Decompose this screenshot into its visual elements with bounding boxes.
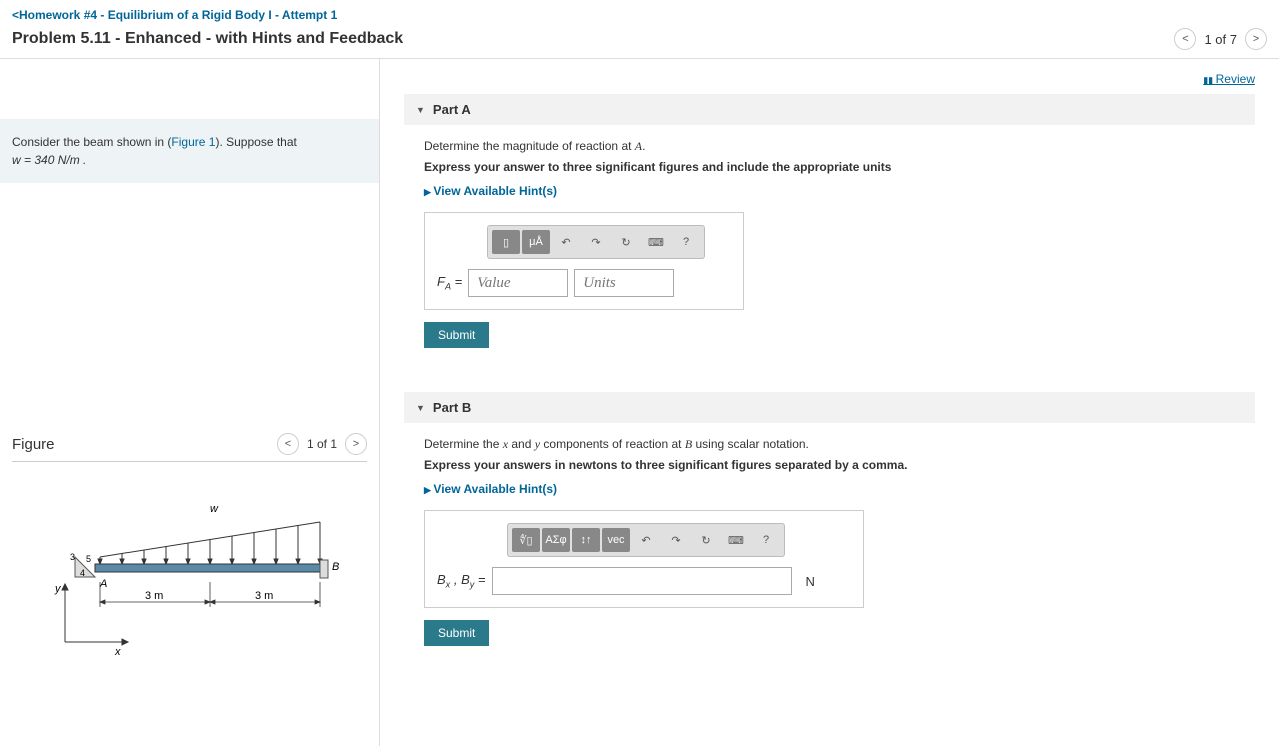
part-b-toolbar: ∜▯ ΑΣφ ↕↑ vec ↶ ↷ ↻ ⌨ ? — [507, 523, 785, 557]
problem-title: Problem 5.11 - Enhanced - with Hints and… — [12, 30, 403, 48]
reset-icon[interactable]: ↻ — [612, 230, 640, 254]
prompt-text: Consider the beam shown in ( — [12, 135, 171, 149]
keyboard-icon[interactable]: ⌨ — [722, 528, 750, 552]
undo-icon[interactable]: ↶ — [632, 528, 660, 552]
svg-text:w: w — [210, 503, 219, 515]
paging-text: 1 of 7 — [1204, 32, 1237, 47]
prev-figure-button[interactable]: < — [277, 433, 299, 455]
reset-icon[interactable]: ↻ — [692, 528, 720, 552]
breadcrumb-link[interactable]: <Homework #4 - Equilibrium of a Rigid Bo… — [12, 8, 1267, 22]
part-a-toolbar: ▯ μÅ ↶ ↷ ↻ ⌨ ? — [487, 225, 705, 259]
part-b-value-input[interactable] — [492, 567, 792, 595]
svg-text:3 m: 3 m — [255, 590, 273, 602]
figure-title: Figure — [12, 436, 55, 453]
svg-text:5: 5 — [86, 554, 91, 564]
part-b-header[interactable]: Part B — [404, 392, 1255, 423]
svg-text:4: 4 — [80, 568, 85, 578]
svg-text:3 m: 3 m — [145, 590, 163, 602]
part-b-question: Determine the x and y components of reac… — [424, 437, 1235, 452]
part-a-units-input[interactable] — [574, 269, 674, 297]
next-problem-button[interactable]: > — [1245, 28, 1267, 50]
part-a-hints-link[interactable]: View Available Hint(s) — [424, 184, 1235, 198]
figure-section: Figure < 1 of 1 > — [0, 433, 379, 662]
scripts-icon[interactable]: ↕↑ — [572, 528, 600, 552]
keyboard-icon[interactable]: ⌨ — [642, 230, 670, 254]
redo-icon[interactable]: ↷ — [662, 528, 690, 552]
part-b-unit-suffix: N — [806, 574, 815, 589]
help-icon[interactable]: ? — [752, 528, 780, 552]
part-b: Part B Determine the x and y components … — [404, 392, 1255, 660]
help-icon[interactable]: ? — [672, 230, 700, 254]
beam-diagram: w 3 5 4 A B — [40, 482, 340, 662]
left-panel: Consider the beam shown in (Figure 1). S… — [0, 59, 380, 746]
right-panel: Review Part A Determine the magnitude of… — [380, 59, 1279, 746]
prompt-equation: w = 340 N/m . — [12, 153, 86, 167]
vec-icon[interactable]: vec — [602, 528, 630, 552]
review-link[interactable]: Review — [1203, 72, 1255, 86]
svg-text:3: 3 — [70, 552, 75, 562]
problem-prompt: Consider the beam shown in (Figure 1). S… — [0, 119, 379, 183]
template-icon[interactable]: ▯ — [492, 230, 520, 254]
units-icon[interactable]: μÅ — [522, 230, 550, 254]
figure-paging-text: 1 of 1 — [307, 437, 337, 451]
part-b-instruction: Express your answers in newtons to three… — [424, 458, 1235, 472]
part-b-submit-button[interactable]: Submit — [424, 620, 489, 646]
prev-problem-button[interactable]: < — [1174, 28, 1196, 50]
part-a-var-label: FA = — [437, 274, 462, 292]
redo-icon[interactable]: ↷ — [582, 230, 610, 254]
greek-icon[interactable]: ΑΣφ — [542, 528, 570, 552]
part-b-var-label: Bx , By = — [437, 572, 486, 590]
figure-link[interactable]: Figure 1 — [171, 135, 215, 149]
undo-icon[interactable]: ↶ — [552, 230, 580, 254]
part-a: Part A Determine the magnitude of reacti… — [404, 94, 1255, 362]
prompt-text: ). Suppose that — [215, 135, 296, 149]
part-a-value-input[interactable] — [468, 269, 568, 297]
part-a-header[interactable]: Part A — [404, 94, 1255, 125]
part-a-question: Determine the magnitude of reaction at A… — [424, 139, 1235, 154]
part-b-answer-box: ∜▯ ΑΣφ ↕↑ vec ↶ ↷ ↻ ⌨ ? Bx , By = N — [424, 510, 864, 608]
part-a-answer-box: ▯ μÅ ↶ ↷ ↻ ⌨ ? FA = — [424, 212, 744, 310]
part-a-submit-button[interactable]: Submit — [424, 322, 489, 348]
problem-paging: < 1 of 7 > — [1174, 28, 1267, 50]
svg-text:x: x — [114, 646, 121, 658]
svg-text:B: B — [332, 561, 339, 573]
page-header: <Homework #4 - Equilibrium of a Rigid Bo… — [0, 0, 1279, 59]
next-figure-button[interactable]: > — [345, 433, 367, 455]
part-a-instruction: Express your answer to three significant… — [424, 160, 1235, 174]
root-icon[interactable]: ∜▯ — [512, 528, 540, 552]
svg-text:y: y — [54, 583, 62, 595]
part-b-hints-link[interactable]: View Available Hint(s) — [424, 482, 1235, 496]
